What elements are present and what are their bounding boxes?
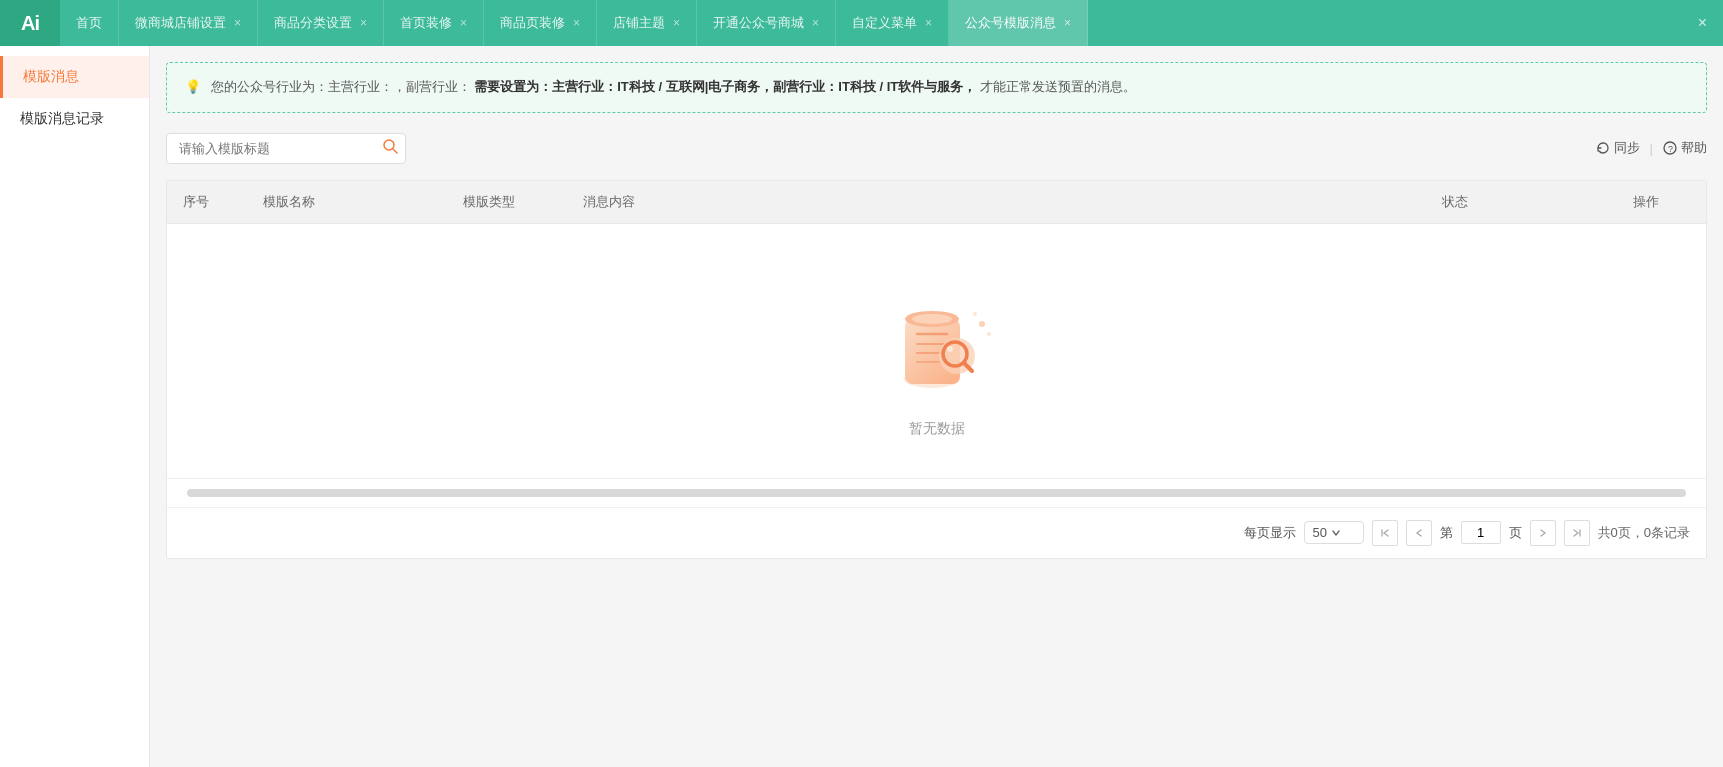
toolbar-divider: |	[1650, 141, 1653, 156]
scrollbar-area	[167, 478, 1706, 507]
table-header-th-name: 模版名称	[247, 181, 447, 223]
close-tab-button[interactable]: ×	[673, 16, 680, 30]
search-bar: 同步 | ? 帮助	[166, 133, 1707, 164]
nav-tab-7[interactable]: 自定义菜单×	[836, 0, 949, 46]
table-header-th-status: 状态	[1426, 181, 1586, 223]
close-tab-button[interactable]: ×	[812, 16, 819, 30]
page-number-input[interactable]	[1461, 521, 1501, 544]
last-page-button[interactable]	[1564, 520, 1590, 546]
data-table: 序号模版名称模版类型消息内容状态操作	[166, 180, 1707, 559]
notice-text-before: 您的公众号行业为：主营行业：，副营行业：	[211, 79, 471, 94]
empty-state: 暂无数据	[167, 224, 1706, 478]
close-tab-button[interactable]: ×	[925, 16, 932, 30]
close-tab-button[interactable]: ×	[360, 16, 367, 30]
main-content: 💡 您的公众号行业为：主营行业：，副营行业： 需要设置为：主营行业：IT科技 /…	[150, 46, 1723, 767]
sidebar-item-0[interactable]: 模版消息	[0, 56, 149, 98]
first-page-icon	[1380, 528, 1390, 538]
nav-tab-6[interactable]: 开通公众号商城×	[697, 0, 836, 46]
page-size-select[interactable]: 50	[1304, 521, 1364, 544]
pagination: 每页显示 50 第	[167, 507, 1706, 558]
empty-illustration	[877, 284, 997, 404]
prev-page-button[interactable]	[1406, 520, 1432, 546]
horizontal-scrollbar[interactable]	[187, 489, 1686, 497]
prev-page-icon	[1415, 528, 1423, 538]
total-pages-label: 共0页，0条记录	[1598, 524, 1690, 542]
sync-icon	[1596, 141, 1610, 155]
nav-tab-1[interactable]: 微商城店铺设置×	[119, 0, 258, 46]
notice-icon: 💡	[185, 79, 201, 94]
search-input-wrap	[166, 133, 406, 164]
empty-text: 暂无数据	[909, 420, 965, 438]
svg-text:?: ?	[1668, 144, 1673, 154]
nav-tab-0[interactable]: 首页	[60, 0, 119, 46]
table-header-th-content: 消息内容	[567, 181, 1426, 223]
page-unit: 页	[1509, 524, 1522, 542]
next-page-icon	[1539, 528, 1547, 538]
table-header: 序号模版名称模版类型消息内容状态操作	[167, 181, 1706, 224]
nav-tab-4[interactable]: 商品页装修×	[484, 0, 597, 46]
next-page-button[interactable]	[1530, 520, 1556, 546]
notice-highlight: 需要设置为：主营行业：IT科技 / 互联网|电子商务，副营行业：IT科技 / I…	[474, 79, 976, 94]
chevron-down-icon	[1331, 528, 1341, 538]
toolbar-right: 同步 | ? 帮助	[1596, 139, 1707, 157]
nav-tab-3[interactable]: 首页装修×	[384, 0, 484, 46]
svg-point-18	[987, 332, 991, 336]
svg-line-1	[393, 149, 397, 153]
first-page-button[interactable]	[1372, 520, 1398, 546]
close-all-tabs-button[interactable]: ×	[1682, 14, 1723, 32]
table-header-th-action: 操作	[1586, 181, 1706, 223]
help-icon: ?	[1663, 141, 1677, 155]
svg-point-16	[947, 346, 953, 352]
app-logo: Ai	[0, 0, 60, 46]
help-label: 帮助	[1681, 139, 1707, 157]
close-tab-button[interactable]: ×	[460, 16, 467, 30]
nav-tab-8[interactable]: 公众号模版消息×	[949, 0, 1088, 46]
sync-label: 同步	[1614, 139, 1640, 157]
svg-point-8	[912, 314, 952, 324]
sidebar: 模版消息模版消息记录	[0, 46, 150, 767]
close-tab-button[interactable]: ×	[1064, 16, 1071, 30]
page-size-value: 50	[1313, 525, 1327, 540]
notice-box: 💡 您的公众号行业为：主营行业：，副营行业： 需要设置为：主营行业：IT科技 /…	[166, 62, 1707, 113]
page-size-label: 每页显示	[1244, 524, 1296, 542]
nav-tab-2[interactable]: 商品分类设置×	[258, 0, 384, 46]
search-button[interactable]	[383, 139, 398, 157]
svg-point-17	[979, 321, 985, 327]
nav-tab-5[interactable]: 店铺主题×	[597, 0, 697, 46]
help-button[interactable]: ? 帮助	[1663, 139, 1707, 157]
svg-point-19	[973, 312, 977, 316]
last-page-icon	[1572, 528, 1582, 538]
sidebar-item-1[interactable]: 模版消息记录	[0, 98, 149, 140]
table-header-th-type: 模版类型	[447, 181, 567, 223]
page-label: 第	[1440, 524, 1453, 542]
search-input[interactable]	[166, 133, 406, 164]
close-tab-button[interactable]: ×	[573, 16, 580, 30]
notice-text-after: 才能正常发送预置的消息。	[980, 79, 1136, 94]
close-tab-button[interactable]: ×	[234, 16, 241, 30]
table-header-th-seq: 序号	[167, 181, 247, 223]
sync-button[interactable]: 同步	[1596, 139, 1640, 157]
